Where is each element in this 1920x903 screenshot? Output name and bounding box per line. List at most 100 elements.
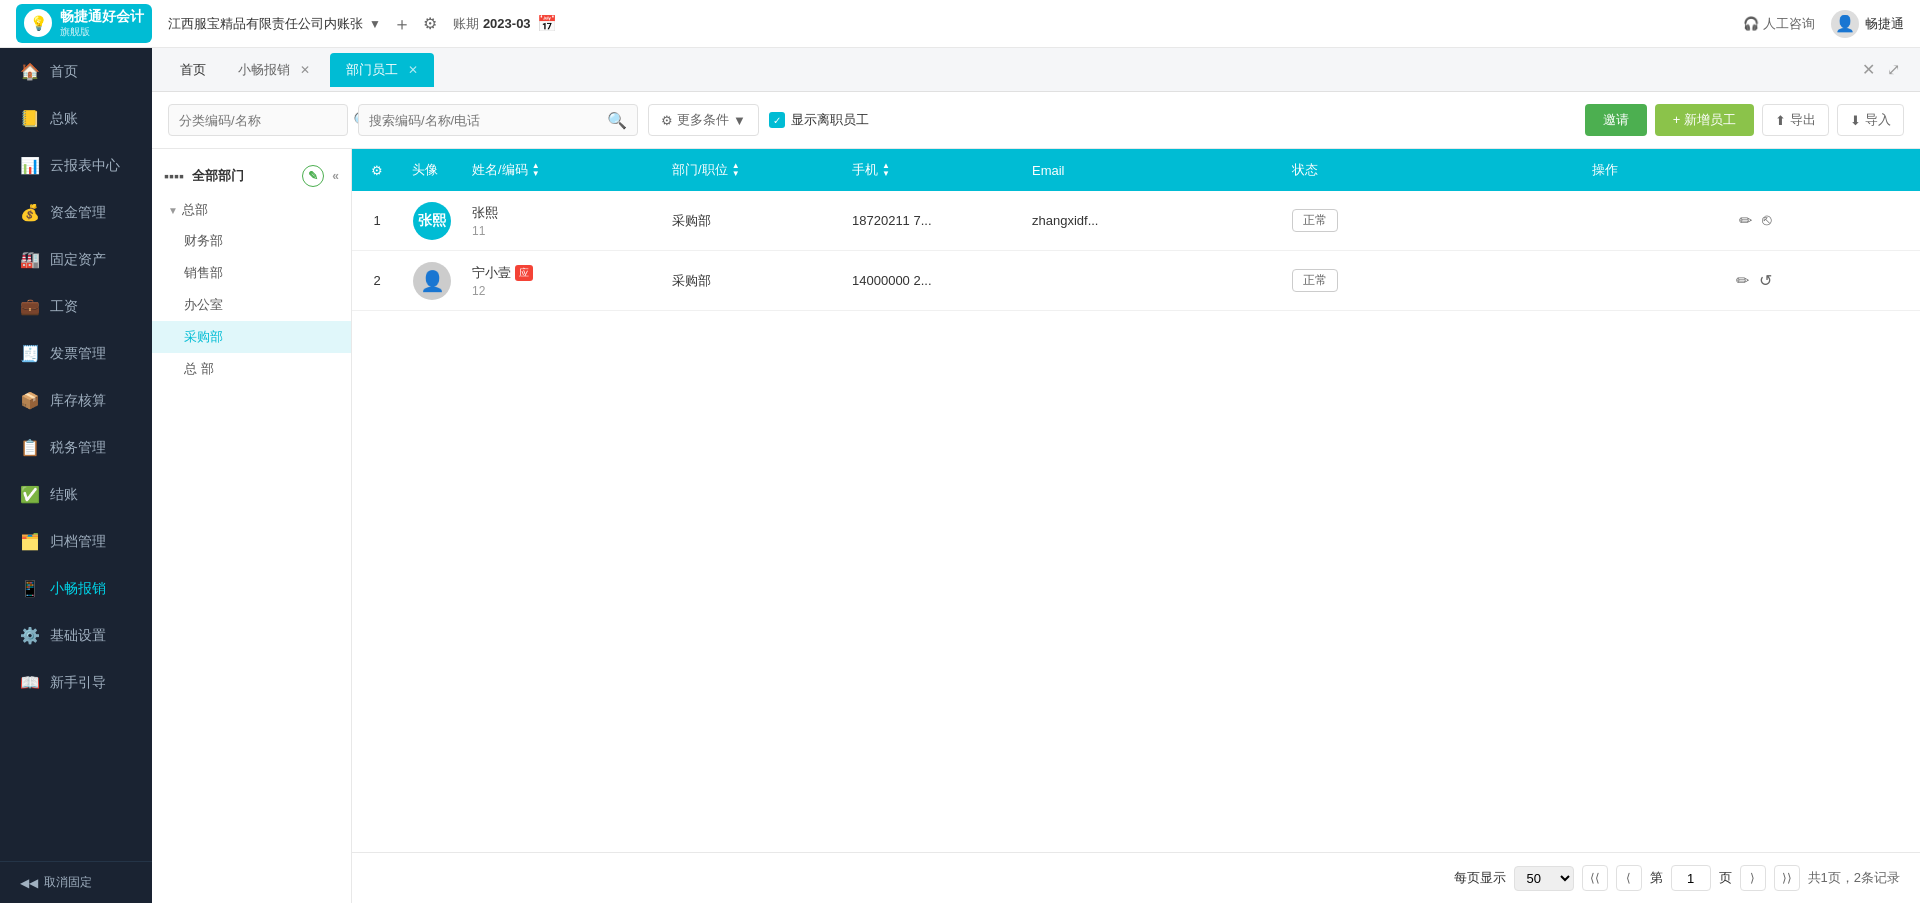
main-content: 首页 小畅报销 ✕ 部门员工 ✕ ✕ ⤢ 🔍 🔍	[152, 48, 1920, 903]
period-label: 账期	[453, 15, 479, 33]
th-name-code[interactable]: 姓名/编码 ▲▼	[462, 149, 662, 191]
invite-button[interactable]: 邀请	[1585, 104, 1647, 136]
sidebar-item-invoices[interactable]: 🧾 发票管理	[0, 330, 152, 377]
closing-icon: ✅	[20, 485, 40, 504]
dept-child-sales[interactable]: 销售部	[152, 257, 351, 289]
category-search-input[interactable]	[179, 113, 347, 128]
sidebar-item-home[interactable]: 🏠 首页	[0, 48, 152, 95]
collapse-icon[interactable]: «	[332, 169, 339, 183]
sidebar-item-archive[interactable]: 🗂️ 归档管理	[0, 518, 152, 565]
category-search-container[interactable]: 🔍	[168, 104, 348, 136]
new-employee-button[interactable]: + 新增员工	[1655, 104, 1754, 136]
funds-icon: 💰	[20, 203, 40, 222]
avatar: 👤	[1831, 10, 1859, 38]
table-row: 2 👤 宁小壹 应 12	[352, 251, 1920, 311]
right-actions: 邀请 + 新增员工 ⬆ 导出 ⬇ 导入	[1585, 104, 1904, 136]
dept-child-general[interactable]: 总 部	[152, 353, 351, 385]
sidebar-item-expense[interactable]: 📱 小畅报销	[0, 565, 152, 612]
all-departments-header[interactable]: ▪▪▪▪ 全部部门 ✎ «	[152, 157, 351, 195]
per-page-select[interactable]: 50 100 200	[1514, 866, 1574, 891]
tab-employees-close-icon[interactable]: ✕	[408, 63, 418, 77]
close-all-tabs-icon[interactable]: ✕	[1858, 56, 1879, 83]
main-search-container[interactable]: 🔍	[358, 104, 638, 136]
tax-icon: 📋	[20, 438, 40, 457]
sidebar-item-settings[interactable]: ⚙️ 基础设置	[0, 612, 152, 659]
tab-expense-close-icon[interactable]: ✕	[300, 63, 310, 77]
dept-parent-headquarters[interactable]: ▼ 总部	[152, 195, 351, 225]
filter-button[interactable]: ⚙ 更多条件 ▼	[648, 104, 759, 136]
sidebar-item-tax[interactable]: 📋 税务管理	[0, 424, 152, 471]
sidebar-item-closing[interactable]: ✅ 结账	[0, 471, 152, 518]
import-button[interactable]: ⬇ 导入	[1837, 104, 1904, 136]
export-label: 导出	[1790, 111, 1816, 129]
service-label: 人工咨询	[1763, 15, 1815, 33]
tab-employees[interactable]: 部门员工 ✕	[330, 53, 434, 87]
all-departments-label: 全部部门	[192, 167, 244, 185]
th-settings[interactable]: ⚙	[352, 149, 402, 191]
archive-icon: 🗂️	[20, 532, 40, 551]
sidebar-item-inventory[interactable]: 📦 库存核算	[0, 377, 152, 424]
row2-avatar: 👤	[402, 254, 462, 308]
show-resigned-toggle[interactable]: ✓ 显示离职员工	[769, 111, 869, 129]
export-button[interactable]: ⬆ 导出	[1762, 104, 1829, 136]
expand-icon[interactable]: ⤢	[1883, 56, 1904, 83]
tab-expense[interactable]: 小畅报销 ✕	[222, 53, 326, 87]
table-header: ⚙ 头像 姓名/编码 ▲▼ 部门/职位 ▲▼ 手机 ▲▼ Email	[352, 149, 1920, 191]
sidebar-item-reports[interactable]: 📊 云报表中心	[0, 142, 152, 189]
sort-arrows-name: ▲▼	[532, 162, 540, 178]
th-phone[interactable]: 手机 ▲▼	[842, 149, 1022, 191]
edit-icon-1[interactable]: ✏	[1739, 211, 1752, 230]
first-page-button[interactable]: ⟨⟨	[1582, 865, 1608, 891]
settings-nav-icon: ⚙️	[20, 626, 40, 645]
main-search-input[interactable]	[369, 113, 601, 128]
th-dept[interactable]: 部门/职位 ▲▼	[662, 149, 842, 191]
sidebar-item-funds[interactable]: 💰 资金管理	[0, 189, 152, 236]
add-tab-button[interactable]: ＋	[393, 12, 411, 36]
sidebar-item-guide[interactable]: 📖 新手引导	[0, 659, 152, 706]
sidebar-label-tax: 税务管理	[50, 439, 106, 457]
edit-departments-icon[interactable]: ✎	[302, 165, 324, 187]
service-button[interactable]: 🎧 人工咨询	[1743, 15, 1815, 33]
edit-icon-2[interactable]: ✏	[1736, 271, 1749, 290]
user-area[interactable]: 👤 畅捷通	[1831, 10, 1904, 38]
company-name: 江西服宝精品有限责任公司内账张	[168, 15, 363, 33]
sidebar-label-assets: 固定资产	[50, 251, 106, 269]
action-icons-1: ✏ ⎋	[1739, 211, 1772, 230]
status-badge-1: 正常	[1292, 209, 1338, 232]
page-number-input[interactable]	[1671, 865, 1711, 891]
sidebar-label-reports: 云报表中心	[50, 157, 120, 175]
home-icon: 🏠	[20, 62, 40, 81]
dept-child-purchasing[interactable]: 采购部	[152, 321, 351, 353]
dept-child-finance[interactable]: 财务部	[152, 225, 351, 257]
settings-icon[interactable]: ⚙	[423, 14, 437, 33]
last-page-button[interactable]: ⟩⟩	[1774, 865, 1800, 891]
unpin-button[interactable]: ◀◀ 取消固定	[0, 861, 152, 903]
main-search-icon[interactable]: 🔍	[607, 111, 627, 130]
th-name-code-label: 姓名/编码	[472, 161, 528, 179]
logout-icon-1[interactable]: ⎋	[1762, 211, 1772, 230]
company-dropdown-icon[interactable]: ▼	[369, 17, 381, 31]
page-word2: 页	[1719, 869, 1732, 887]
logo-icon: 💡	[24, 9, 52, 37]
app-logo[interactable]: 💡 畅捷通好会计 旗舰版	[16, 4, 152, 43]
sidebar-item-assets[interactable]: 🏭 固定资产	[0, 236, 152, 283]
inventory-icon: 📦	[20, 391, 40, 410]
show-resigned-label: 显示离职员工	[791, 111, 869, 129]
next-page-button[interactable]: ⟩	[1740, 865, 1766, 891]
tab-home[interactable]: 首页	[168, 53, 218, 87]
refresh-icon-2[interactable]: ↺	[1759, 271, 1772, 290]
tab-expense-label: 小畅报销	[238, 61, 290, 79]
app-edition: 旗舰版	[60, 25, 144, 39]
filter-label: 更多条件	[677, 111, 729, 129]
show-resigned-checkbox[interactable]: ✓	[769, 112, 785, 128]
pin-icon: ◀◀	[20, 876, 38, 890]
import-icon: ⬇	[1850, 113, 1861, 128]
dept-child-office[interactable]: 办公室	[152, 289, 351, 321]
calendar-icon[interactable]: 📅	[537, 14, 557, 33]
sidebar-item-ledger[interactable]: 📒 总账	[0, 95, 152, 142]
sidebar-item-payroll[interactable]: 💼 工资	[0, 283, 152, 330]
tab-bar: 首页 小畅报销 ✕ 部门员工 ✕ ✕ ⤢	[152, 48, 1920, 92]
assets-icon: 🏭	[20, 250, 40, 269]
row1-name-code: 张熙 11	[462, 196, 662, 246]
prev-page-button[interactable]: ⟨	[1616, 865, 1642, 891]
